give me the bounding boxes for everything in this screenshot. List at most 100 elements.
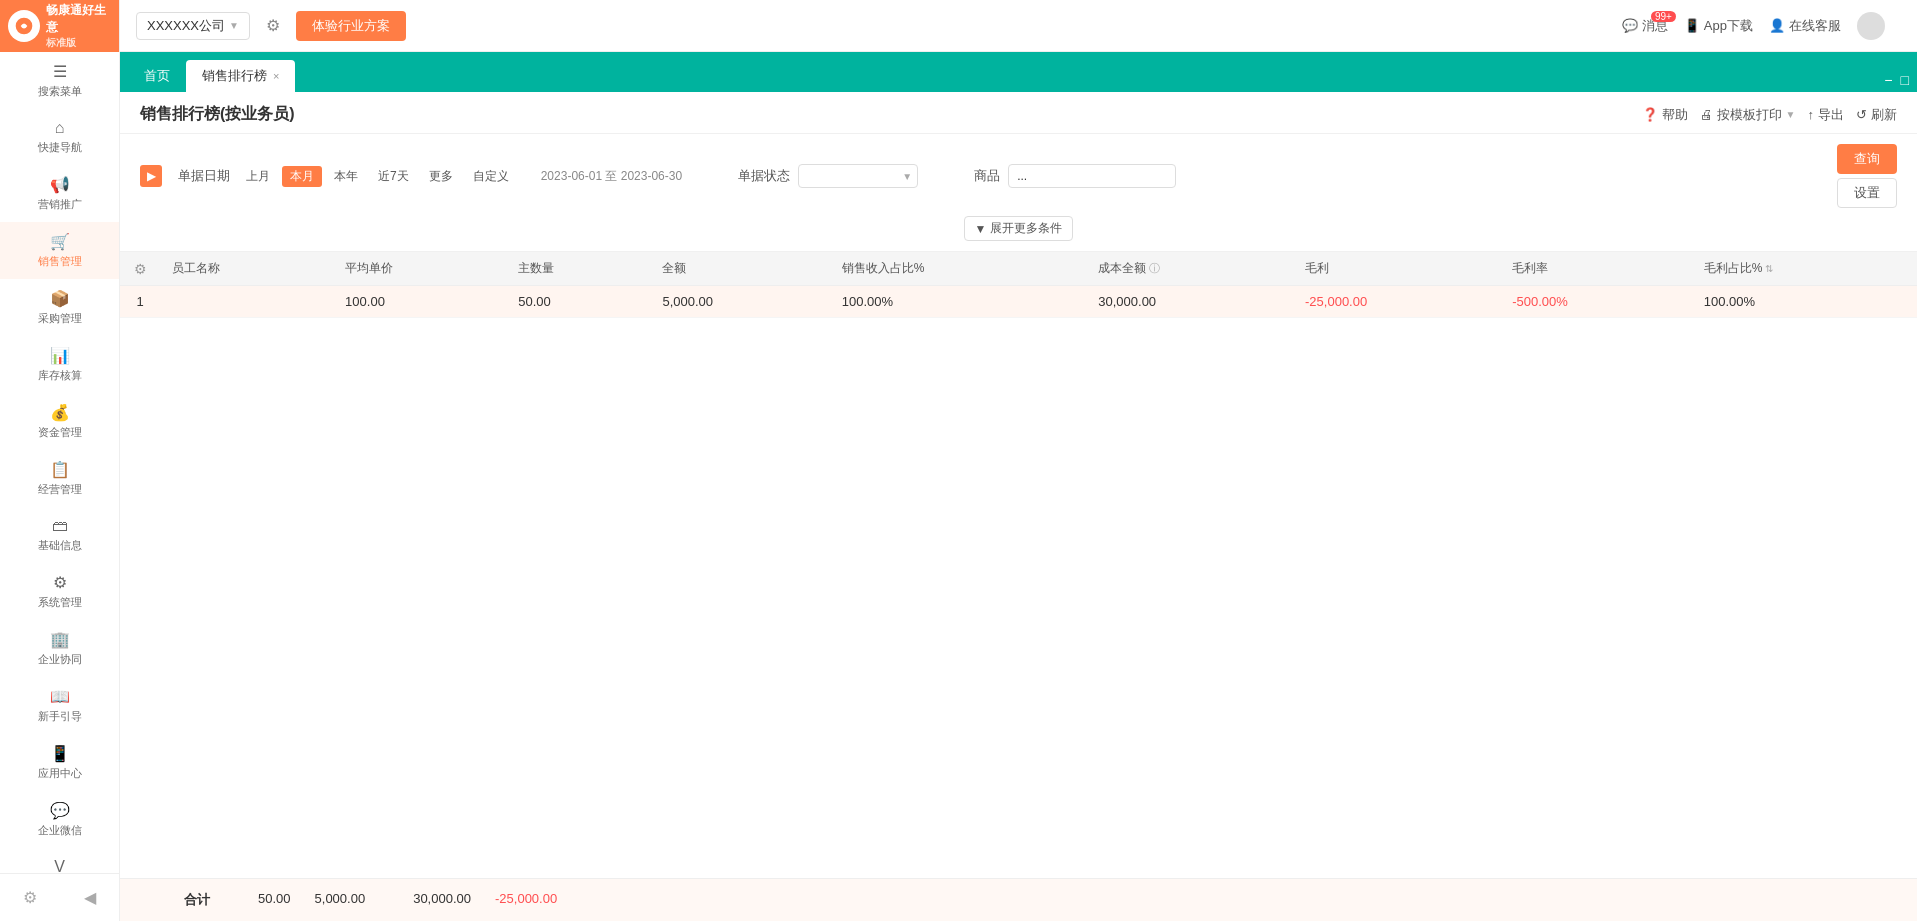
sidebar-item-11[interactable]: 📖新手引导	[0, 677, 119, 734]
footer-gross-pct	[593, 887, 617, 913]
cost-info-icon[interactable]: ⓘ	[1149, 261, 1160, 276]
date-tab-custom[interactable]: 自定义	[465, 166, 517, 187]
online-service-button[interactable]: 👤 在线客服	[1769, 17, 1841, 35]
date-tab-this-year[interactable]: 本年	[326, 166, 366, 187]
sidebar: 畅康通好生意 标准版 ☰搜索菜单 ⌂ 快捷导航 📢营销推广 🛒 销售管理 📦采购管理📊库存核…	[0, 0, 120, 921]
expand-filters-button[interactable]: ▼ 展开更多条件	[964, 216, 1074, 241]
sidebar-label-9: 系统管理	[38, 595, 82, 610]
tabbar-right: − □	[1884, 72, 1909, 92]
sidebar-item-2[interactable]: 📢营销推广	[0, 165, 119, 222]
help-button[interactable]: ❓ 帮助	[1642, 106, 1688, 124]
sidebar-icon-8: 🗃	[52, 517, 68, 535]
sidebar-label-2: 营销推广	[38, 197, 82, 212]
tab-sales-ranking[interactable]: 销售排行榜 ×	[186, 60, 295, 92]
sidebar-item-1[interactable]: ⌂ 快捷导航	[0, 109, 119, 165]
tabbar: 首页 销售排行榜 × − □	[120, 52, 1917, 92]
sidebar-item-14[interactable]: V畅会员	[0, 848, 119, 873]
date-tab-7days[interactable]: 近7天	[370, 166, 417, 187]
sidebar-nav: ☰搜索菜单 ⌂ 快捷导航 📢营销推广 🛒 销售管理 📦采购管理📊库存核算💰资金管理 📋 经营管理…	[0, 52, 119, 873]
topbar-right: 💬 消息 99+ 📱 App下载 👤 在线客服	[1622, 12, 1901, 40]
sidebar-icon-3: 🛒	[50, 232, 70, 251]
tab-home[interactable]: 首页	[128, 60, 186, 92]
goods-input[interactable]	[1008, 164, 1176, 188]
gross-pct-sort-icon[interactable]: ⇅	[1765, 263, 1773, 274]
cell-gross-rate-0: -500.00%	[1500, 286, 1692, 318]
date-tab-last-month[interactable]: 上月	[238, 166, 278, 187]
sidebar-settings-icon[interactable]: ⚙	[15, 884, 45, 911]
export-button[interactable]: ↑ 导出	[1808, 106, 1845, 124]
cell-avg-price-0: 100.00	[333, 286, 506, 318]
cell-gross-0: -25,000.00	[1293, 286, 1500, 318]
sidebar-label-8: 基础信息	[38, 538, 82, 553]
cell-sales-pct-0: 100.00%	[830, 286, 1086, 318]
filter-area: ▶ 单据日期 上月 本月 本年 近7天 更多 自定义 2023-06-01 至 …	[120, 134, 1917, 252]
help-label: 帮助	[1662, 106, 1688, 124]
sidebar-item-4[interactable]: 📦采购管理	[0, 279, 119, 336]
tab-close-icon[interactable]: ×	[273, 70, 279, 82]
sidebar-bottom: ⚙ ◀	[0, 873, 119, 921]
user-avatar[interactable]	[1857, 12, 1885, 40]
sidebar-item-12[interactable]: 📱应用中心	[0, 734, 119, 791]
app-logo: 畅康通好生意 标准版	[0, 0, 119, 52]
status-select-wrapper: ▼	[798, 164, 918, 188]
sidebar-collapse-icon[interactable]: ◀	[76, 884, 104, 911]
sidebar-label-6: 资金管理	[38, 425, 82, 440]
goods-filter: 商品	[974, 164, 1176, 188]
settings-button[interactable]: 设置	[1837, 178, 1897, 208]
th-name: 员工名称	[160, 252, 333, 286]
th-gross-rate: 毛利率	[1500, 252, 1692, 286]
sidebar-item-9[interactable]: ⚙ 系统管理	[0, 563, 119, 620]
date-tab-more[interactable]: 更多	[421, 166, 461, 187]
sidebar-label-1: 快捷导航	[38, 140, 82, 155]
app-download-button[interactable]: 📱 App下载	[1684, 17, 1753, 35]
sidebar-icon-5: 📊	[50, 346, 70, 365]
footer-amount: 5,000.00	[303, 887, 378, 913]
sidebar-item-7[interactable]: 📋 经营管理	[0, 450, 119, 507]
footer-avg-price	[222, 887, 246, 913]
th-gross: 毛利	[1293, 252, 1500, 286]
print-dropdown-icon: ▼	[1786, 109, 1796, 120]
sidebar-icon-0: ☰	[53, 62, 67, 81]
online-service-icon: 👤	[1769, 18, 1785, 33]
status-filter-label: 单据状态	[738, 167, 790, 185]
sidebar-item-10[interactable]: 🏢企业协同	[0, 620, 119, 677]
refresh-button[interactable]: ↺ 刷新	[1856, 106, 1897, 124]
topbar-settings-icon[interactable]: ⚙	[262, 12, 284, 39]
column-settings-icon[interactable]: ⚙	[134, 261, 147, 277]
ranking-table: ⚙ 员工名称 平均单价 主数量 全额 销售收入占比% 成本全额 ⓘ	[120, 252, 1917, 318]
sidebar-icon-12: 📱	[50, 744, 70, 763]
company-select[interactable]: XXXXXX公司 ▼	[136, 12, 250, 40]
tab-sales-ranking-label: 销售排行榜	[202, 67, 267, 85]
sidebar-icon-7: 📋	[50, 460, 70, 479]
sidebar-item-8[interactable]: 🗃 基础信息	[0, 507, 119, 563]
sidebar-item-3[interactable]: 🛒 销售管理	[0, 222, 119, 279]
sidebar-label-7: 经营管理	[38, 482, 82, 497]
th-cost-label: 成本全额	[1098, 260, 1146, 277]
sidebar-icon-1: ⌂	[55, 119, 65, 137]
sidebar-item-0[interactable]: ☰搜索菜单	[0, 52, 119, 109]
tab-maximize-icon[interactable]: □	[1901, 72, 1909, 88]
table-wrapper: ⚙ 员工名称 平均单价 主数量 全额 销售收入占比% 成本全额 ⓘ	[120, 252, 1917, 878]
date-range-display: 2023-06-01 至 2023-06-30	[541, 168, 682, 185]
trial-button[interactable]: 体验行业方案	[296, 11, 406, 41]
footer-gross: -25,000.00	[483, 887, 569, 913]
tab-minimize-icon[interactable]: −	[1884, 72, 1892, 88]
app-version: 标准版	[46, 36, 111, 50]
company-chevron-icon: ▼	[229, 20, 239, 31]
sidebar-item-6[interactable]: 💰资金管理	[0, 393, 119, 450]
status-select[interactable]	[798, 164, 918, 188]
sidebar-item-13[interactable]: 💬企业微信	[0, 791, 119, 848]
query-button[interactable]: 查询	[1837, 144, 1897, 174]
message-button[interactable]: 💬 消息 99+	[1622, 17, 1668, 35]
th-cost: 成本全额 ⓘ	[1086, 252, 1293, 286]
tab-home-label: 首页	[144, 67, 170, 85]
date-tab-this-month[interactable]: 本月	[282, 166, 322, 187]
footer-sales-pct	[377, 887, 401, 913]
footer-gross-rate	[569, 887, 593, 913]
cell-amount-0: 5,000.00	[650, 286, 829, 318]
print-button[interactable]: 🖨 按模板打印 ▼	[1700, 106, 1796, 124]
sidebar-label-3: 销售管理	[38, 254, 82, 269]
sidebar-icon-9: ⚙	[53, 573, 67, 592]
toggle-filter-button[interactable]: ▶	[140, 165, 162, 187]
sidebar-item-5[interactable]: 📊库存核算	[0, 336, 119, 393]
